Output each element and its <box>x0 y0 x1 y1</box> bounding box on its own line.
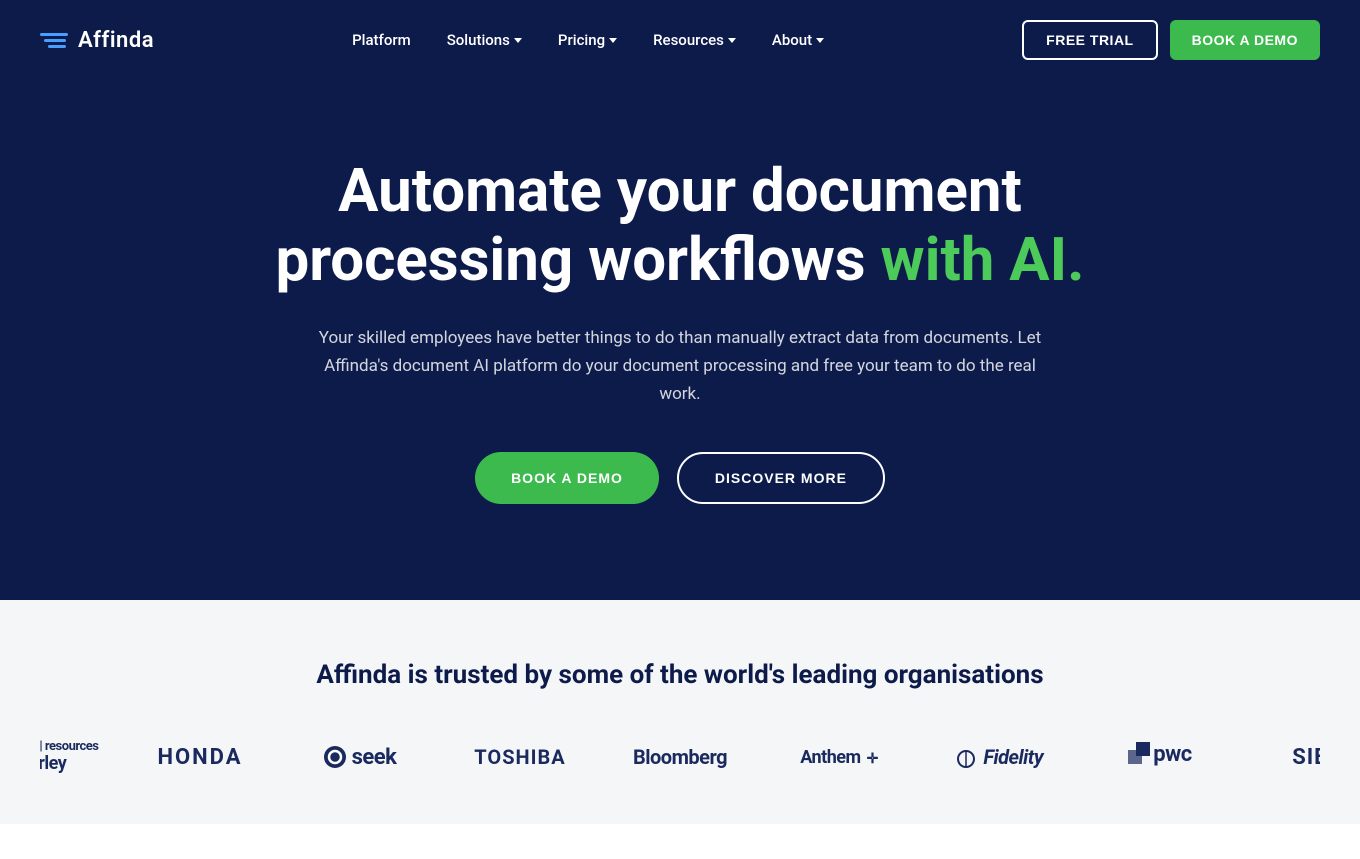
hero-section: Automate your document processing workfl… <box>0 80 1360 600</box>
brand-bloomberg: Bloomberg <box>600 745 760 769</box>
brand-siemens: SIEM <box>1240 745 1320 770</box>
brand-fidelity: Fidelity <box>920 745 1080 769</box>
seek-circle-icon <box>324 746 346 768</box>
fidelity-icon <box>957 750 975 768</box>
nav-platform[interactable]: Platform <box>338 23 425 57</box>
hero-subtitle: Your skilled employees have better thing… <box>310 324 1050 408</box>
nav-about[interactable]: About <box>758 23 838 57</box>
hero-title: Automate your document processing workfl… <box>275 156 1084 294</box>
nav-resources[interactable]: Resources <box>639 23 750 57</box>
nav-pricing[interactable]: Pricing <box>544 23 631 57</box>
brand-logo-strip: chemicals | resources Worley HONDA seek … <box>40 740 1320 774</box>
nav-solutions[interactable]: Solutions <box>433 23 536 57</box>
brand-toshiba: TOSHIBA <box>440 745 600 769</box>
free-trial-button[interactable]: FREE TRIAL <box>1022 20 1157 60</box>
anthem-cross-icon: ✛ <box>867 751 878 767</box>
logo-icon <box>40 33 68 48</box>
logo-text: Affinda <box>78 28 154 53</box>
book-demo-nav-button[interactable]: BOOK A DEMO <box>1170 20 1320 60</box>
brand-honda: HONDA <box>120 745 280 770</box>
chevron-down-icon <box>609 38 617 43</box>
hero-buttons: BOOK A DEMO DISCOVER MORE <box>475 452 885 504</box>
logo[interactable]: Affinda <box>40 28 154 53</box>
brand-pwc: pwc <box>1080 742 1240 773</box>
nav-actions: FREE TRIAL BOOK A DEMO <box>1022 20 1320 60</box>
discover-more-button[interactable]: DISCOVER MORE <box>677 452 885 504</box>
logo-line-2 <box>44 39 66 42</box>
logo-line-1 <box>40 33 68 36</box>
brand-seek: seek <box>280 745 440 770</box>
brand-worley: chemicals | resources Worley <box>40 740 120 774</box>
nav-links: Platform Solutions Pricing Resources Abo… <box>338 23 838 57</box>
chevron-down-icon <box>514 38 522 43</box>
pwc-logo-icon <box>1128 742 1150 766</box>
chevron-down-icon <box>728 38 736 43</box>
navbar: Affinda Platform Solutions Pricing Resou… <box>0 0 1360 80</box>
book-demo-hero-button[interactable]: BOOK A DEMO <box>475 452 659 504</box>
trust-section: Affinda is trusted by some of the world'… <box>0 600 1360 824</box>
trust-title: Affinda is trusted by some of the world'… <box>40 660 1320 690</box>
chevron-down-icon <box>816 38 824 43</box>
logo-line-3 <box>48 45 66 48</box>
brand-anthem: Anthem ✛ <box>760 747 920 768</box>
